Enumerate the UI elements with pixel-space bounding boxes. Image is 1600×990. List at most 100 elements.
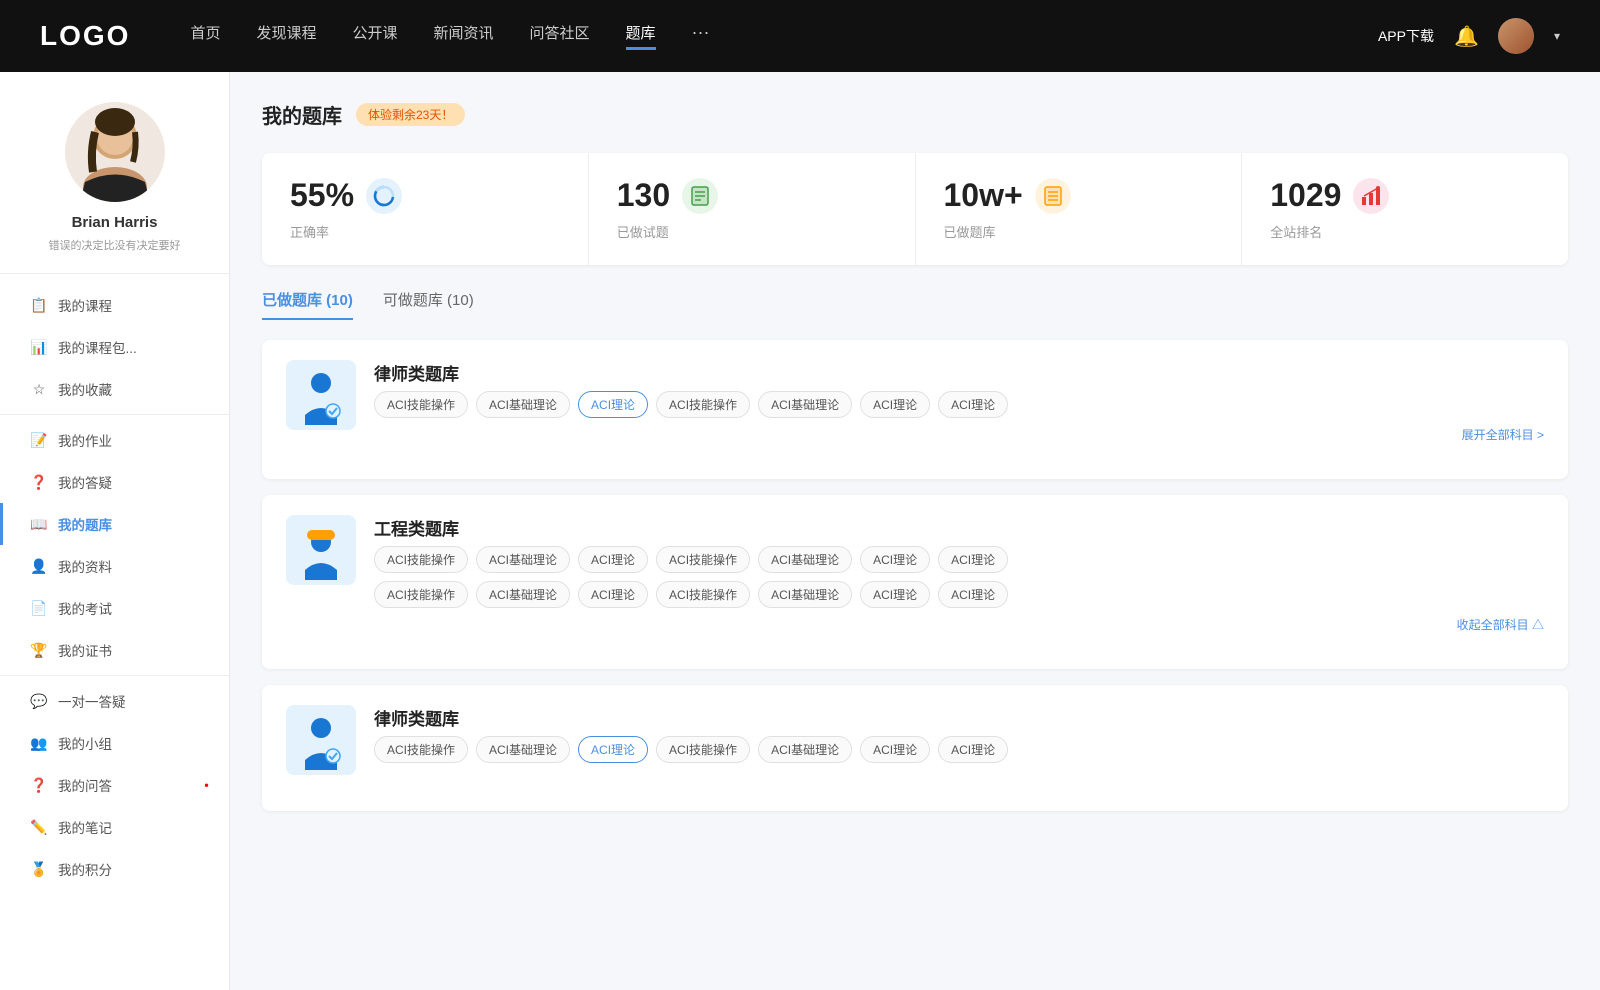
done-banks-value: 10w+	[944, 177, 1023, 214]
course-package-icon: 📊	[30, 338, 48, 356]
tag-1-5[interactable]: ACI理论	[860, 546, 930, 573]
tag-0-2[interactable]: ACI理论	[578, 391, 648, 418]
certificate-icon: 🏆	[30, 641, 48, 659]
sidebar-item-profile[interactable]: 👤 我的资料	[0, 545, 229, 587]
qbank-icon: 📖	[30, 515, 48, 533]
nav-qa[interactable]: 问答社区	[530, 22, 590, 50]
navbar-right: APP下载 ▾	[1378, 18, 1560, 54]
tag-1-3[interactable]: ACI技能操作	[656, 546, 750, 573]
tag-1-4[interactable]: ACI基础理论	[758, 546, 852, 573]
tag-1b-1[interactable]: ACI基础理论	[476, 581, 570, 608]
sidebar-item-notes[interactable]: ✏️ 我的笔记	[0, 806, 229, 848]
tag-1-1[interactable]: ACI基础理论	[476, 546, 570, 573]
page-title: 我的题库	[262, 100, 342, 129]
qbank-header-2: 律师类题库 ACI技能操作 ACI基础理论 ACI理论 ACI技能操作 ACI基…	[286, 705, 1544, 775]
tag-1b-2[interactable]: ACI理论	[578, 581, 648, 608]
done-banks-icon	[1035, 178, 1071, 214]
sidebar-item-qbank[interactable]: 📖 我的题库	[0, 503, 229, 545]
1on1-icon: 💬	[30, 692, 48, 710]
accuracy-icon	[366, 178, 402, 214]
done-questions-value: 130	[617, 177, 670, 214]
profile-avatar	[65, 102, 165, 202]
tag-1-6[interactable]: ACI理论	[938, 546, 1008, 573]
sidebar-item-group[interactable]: 👥 我的小组	[0, 722, 229, 764]
tag-0-5[interactable]: ACI理论	[860, 391, 930, 418]
ranking-label: 全站排名	[1270, 222, 1540, 241]
sidebar-item-course[interactable]: 📋 我的课程	[0, 284, 229, 326]
sidebar-item-course-package[interactable]: 📊 我的课程包...	[0, 326, 229, 368]
tab-done-banks[interactable]: 已做题库 (10)	[262, 289, 353, 320]
ranking-icon	[1353, 178, 1389, 214]
tag-2-5[interactable]: ACI理论	[860, 736, 930, 763]
nav-qbank[interactable]: 题库	[626, 22, 656, 50]
tag-1b-0[interactable]: ACI技能操作	[374, 581, 468, 608]
tag-2-2[interactable]: ACI理论	[578, 736, 648, 763]
qbank-tags-1b: ACI技能操作 ACI基础理论 ACI理论 ACI技能操作 ACI基础理论 AC…	[374, 581, 1544, 608]
qbank-title-2: 律师类题库	[374, 705, 1544, 730]
sidebar-item-exam[interactable]: 📄 我的考试	[0, 587, 229, 629]
tab-available-banks[interactable]: 可做题库 (10)	[383, 289, 474, 320]
tag-2-0[interactable]: ACI技能操作	[374, 736, 468, 763]
tag-0-1[interactable]: ACI基础理论	[476, 391, 570, 418]
group-icon: 👥	[30, 734, 48, 752]
sidebar-item-homework[interactable]: 📝 我的作业	[0, 419, 229, 461]
profile-icon: 👤	[30, 557, 48, 575]
user-avatar[interactable]	[1498, 18, 1534, 54]
tag-2-4[interactable]: ACI基础理论	[758, 736, 852, 763]
trial-badge: 体验剩余23天！	[356, 103, 465, 126]
accuracy-label: 正确率	[290, 222, 560, 241]
nav-more[interactable]: ···	[692, 22, 710, 50]
qbank-tags-2: ACI技能操作 ACI基础理论 ACI理论 ACI技能操作 ACI基础理论 AC…	[374, 736, 1544, 763]
nav-menu: 首页 发现课程 公开课 新闻资讯 问答社区 题库 ···	[190, 22, 1378, 50]
stat-accuracy-value: 55%	[290, 177, 354, 214]
stat-done-banks: 10w+ 已做题库	[916, 153, 1243, 265]
tabs-row: 已做题库 (10) 可做题库 (10)	[262, 289, 1568, 320]
sidebar-item-1on1[interactable]: 💬 一对一答疑	[0, 680, 229, 722]
tag-1-2[interactable]: ACI理论	[578, 546, 648, 573]
nav-news[interactable]: 新闻资讯	[434, 22, 494, 50]
sidebar-item-certificate[interactable]: 🏆 我的证书	[0, 629, 229, 671]
profile-motto: 错误的决定比没有决定要好	[49, 237, 181, 253]
tag-2-1[interactable]: ACI基础理论	[476, 736, 570, 763]
qbank-title-0: 律师类题库	[374, 360, 1544, 385]
sidebar-item-points[interactable]: 🏅 我的积分	[0, 848, 229, 890]
nav-discover[interactable]: 发现课程	[256, 22, 316, 50]
qbank-card-0: 律师类题库 ACI技能操作 ACI基础理论 ACI理论 ACI技能操作 ACI基…	[262, 340, 1568, 479]
ranking-value: 1029	[1270, 177, 1341, 214]
sidebar-item-myqa[interactable]: ❓ 我的问答	[0, 764, 229, 806]
tag-0-3[interactable]: ACI技能操作	[656, 391, 750, 418]
notification-bell-icon[interactable]	[1454, 24, 1478, 48]
tag-0-4[interactable]: ACI基础理论	[758, 391, 852, 418]
profile-name: Brian Harris	[72, 214, 158, 231]
tag-2-3[interactable]: ACI技能操作	[656, 736, 750, 763]
sidebar-menu: 📋 我的课程 📊 我的课程包... ☆ 我的收藏 📝 我的作业 ❓ 我的答疑 �	[0, 284, 229, 890]
nav-open-course[interactable]: 公开课	[352, 22, 397, 50]
expand-link-0[interactable]: 展开全部科目 >	[374, 426, 1544, 443]
tag-1b-3[interactable]: ACI技能操作	[656, 581, 750, 608]
user-menu-chevron-icon[interactable]: ▾	[1554, 29, 1560, 43]
main-content: 我的题库 体验剩余23天！ 55% 正确率	[230, 72, 1600, 990]
qbank-header-1: 工程类题库 ACI技能操作 ACI基础理论 ACI理论 ACI技能操作 ACI基…	[286, 515, 1544, 633]
done-banks-label: 已做题库	[944, 222, 1214, 241]
tag-1b-5[interactable]: ACI理论	[860, 581, 930, 608]
myqa-icon: ❓	[30, 776, 48, 794]
collapse-link-1[interactable]: 收起全部科目 △	[374, 616, 1544, 633]
sidebar-item-favorites[interactable]: ☆ 我的收藏	[0, 368, 229, 410]
tag-0-0[interactable]: ACI技能操作	[374, 391, 468, 418]
stat-accuracy: 55% 正确率	[262, 153, 589, 265]
page-header: 我的题库 体验剩余23天！	[262, 100, 1568, 129]
tag-0-6[interactable]: ACI理论	[938, 391, 1008, 418]
stat-ranking: 1029 全站排名	[1242, 153, 1568, 265]
tag-1-0[interactable]: ACI技能操作	[374, 546, 468, 573]
navbar: LOGO 首页 发现课程 公开课 新闻资讯 问答社区 题库 ··· APP下载 …	[0, 0, 1600, 72]
app-download-button[interactable]: APP下载	[1378, 26, 1434, 46]
tag-2-6[interactable]: ACI理论	[938, 736, 1008, 763]
qbank-icon-lawyer-2	[286, 705, 356, 775]
tag-1b-6[interactable]: ACI理论	[938, 581, 1008, 608]
nav-home[interactable]: 首页	[190, 22, 220, 50]
exam-icon: 📄	[30, 599, 48, 617]
tag-1b-4[interactable]: ACI基础理论	[758, 581, 852, 608]
qbank-title-1: 工程类题库	[374, 515, 1544, 540]
qbank-tags-1a: ACI技能操作 ACI基础理论 ACI理论 ACI技能操作 ACI基础理论 AC…	[374, 546, 1544, 573]
sidebar-item-qa[interactable]: ❓ 我的答疑	[0, 461, 229, 503]
